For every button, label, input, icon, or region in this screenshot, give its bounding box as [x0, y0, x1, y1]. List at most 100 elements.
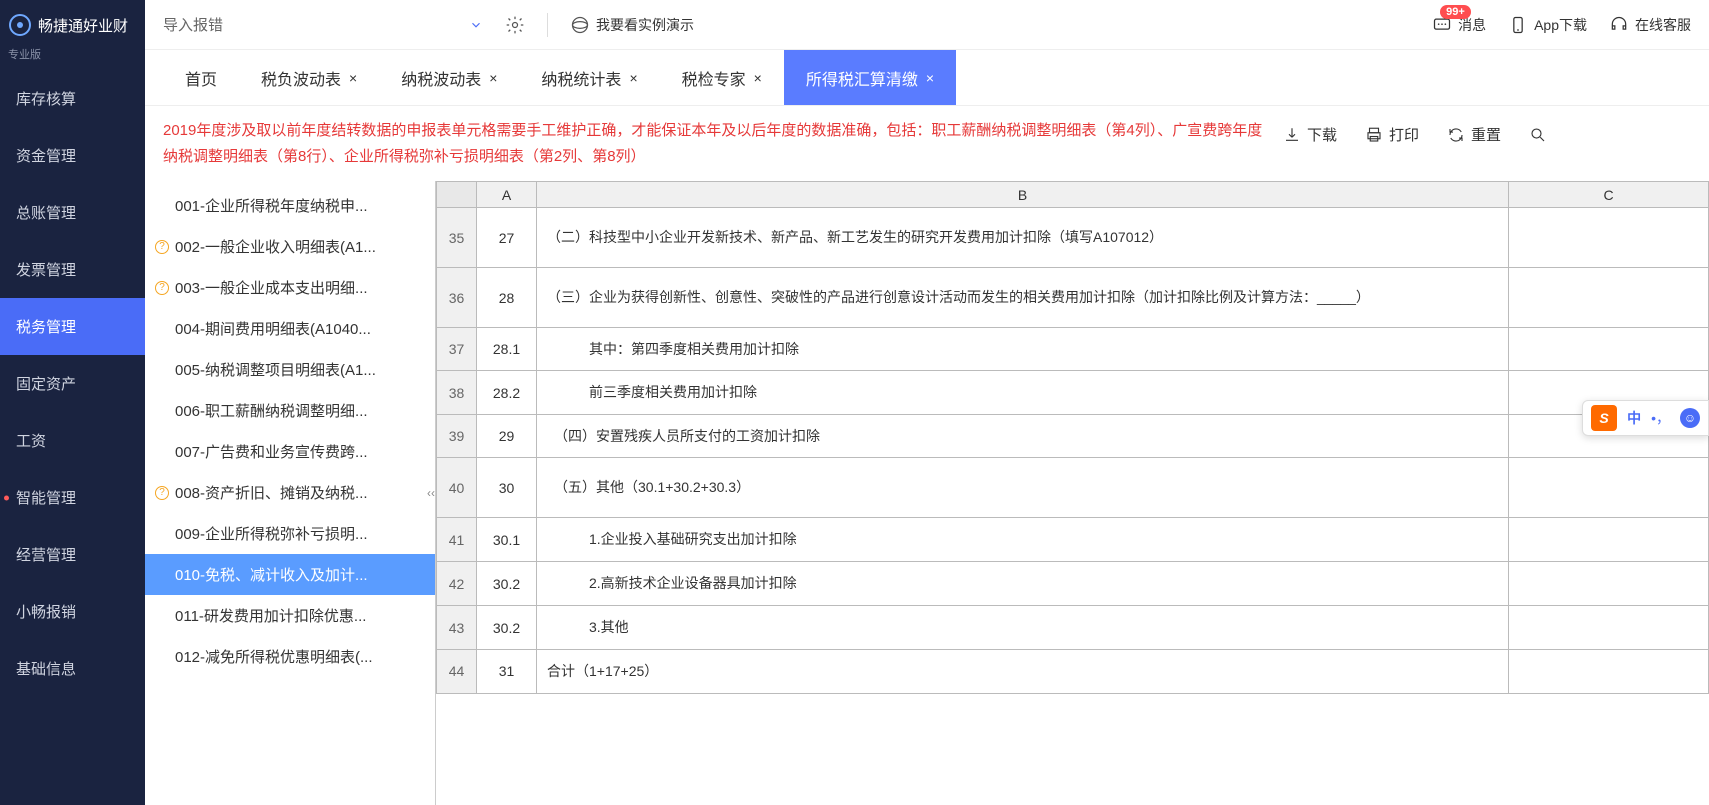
- nav-operation[interactable]: 经营管理: [0, 526, 145, 583]
- brand-logo: 畅捷通好业财: [0, 0, 145, 50]
- search-icon[interactable]: [1529, 126, 1547, 144]
- table-row: 3628（三）企业为获得创新性、创意性、突破性的产品进行创意设计活动而发生的相关…: [437, 268, 1709, 328]
- nav-fund[interactable]: 资金管理: [0, 127, 145, 184]
- support-button[interactable]: 在线客服: [1609, 15, 1691, 35]
- cell[interactable]: [1509, 208, 1709, 268]
- cell[interactable]: [1509, 606, 1709, 650]
- cell[interactable]: 30.2: [477, 562, 537, 606]
- tab-home[interactable]: 首页: [163, 50, 239, 105]
- download-button[interactable]: 下载: [1283, 124, 1337, 145]
- close-icon[interactable]: ×: [489, 70, 497, 86]
- print-button[interactable]: 打印: [1365, 124, 1419, 145]
- col-header-a[interactable]: A: [477, 182, 537, 208]
- nav-tax[interactable]: 税务管理: [0, 298, 145, 355]
- cell[interactable]: 30.1: [477, 518, 537, 562]
- row-header[interactable]: 37: [437, 328, 477, 371]
- search-box[interactable]: 导入报错: [163, 14, 483, 35]
- cell[interactable]: 28.1: [477, 328, 537, 371]
- cell[interactable]: 28: [477, 268, 537, 328]
- nav-salary[interactable]: 工资: [0, 412, 145, 469]
- ime-toolbar[interactable]: S 中 •， ☺: [1582, 400, 1709, 436]
- close-icon[interactable]: ×: [754, 70, 762, 86]
- list-item[interactable]: 005-纳税调整项目明细表(A1...: [145, 349, 435, 390]
- cell[interactable]: 3.其他: [537, 606, 1509, 650]
- tab-tax-stats[interactable]: 纳税统计表×: [519, 50, 659, 105]
- brand-name: 畅捷通好业财: [38, 15, 128, 36]
- cell[interactable]: 1.企业投入基础研究支出加计扣除: [537, 518, 1509, 562]
- tab-tax-expert[interactable]: 税检专家×: [660, 50, 784, 105]
- row-header[interactable]: 41: [437, 518, 477, 562]
- cell[interactable]: [1509, 328, 1709, 371]
- row-header[interactable]: 42: [437, 562, 477, 606]
- cell[interactable]: 2.高新技术企业设备器具加计扣除: [537, 562, 1509, 606]
- tab-income-tax[interactable]: 所得税汇算清缴×: [784, 50, 956, 105]
- gear-icon[interactable]: [505, 15, 525, 35]
- row-header[interactable]: 43: [437, 606, 477, 650]
- cell[interactable]: （二）科技型中小企业开发新技术、新产品、新工艺发生的研究开发费用加计扣除（填写A…: [537, 208, 1509, 268]
- ime-emoji-icon[interactable]: ☺: [1680, 408, 1700, 428]
- row-header[interactable]: 36: [437, 268, 477, 328]
- app-label: App下载: [1534, 15, 1587, 35]
- cell[interactable]: （四）安置残疾人员所支付的工资加计扣除: [537, 414, 1509, 457]
- list-item[interactable]: 010-免税、减计收入及加计...: [145, 554, 435, 595]
- cell[interactable]: 前三季度相关费用加计扣除: [537, 371, 1509, 414]
- list-item[interactable]: 011-研发费用加计扣除优惠...: [145, 595, 435, 636]
- collapse-handle[interactable]: ‹‹: [427, 486, 441, 500]
- cell[interactable]: 28.2: [477, 371, 537, 414]
- cell[interactable]: 合计（1+17+25）: [537, 650, 1509, 693]
- download-icon: [1283, 126, 1301, 144]
- list-item[interactable]: 009-企业所得税弥补亏损明...: [145, 513, 435, 554]
- list-item[interactable]: 001-企业所得税年度纳税申...: [145, 185, 435, 226]
- demo-link[interactable]: 我要看实例演示: [570, 15, 694, 35]
- tab-tax-pay[interactable]: 纳税波动表×: [379, 50, 519, 105]
- ime-lang[interactable]: 中: [1627, 408, 1641, 428]
- sheet-corner[interactable]: [437, 182, 477, 208]
- close-icon[interactable]: ×: [349, 70, 357, 86]
- nav-inventory[interactable]: 库存核算: [0, 70, 145, 127]
- refresh-button[interactable]: 重置: [1447, 124, 1501, 145]
- col-header-c[interactable]: C: [1509, 182, 1709, 208]
- cell[interactable]: 30.2: [477, 606, 537, 650]
- list-item[interactable]: ?003-一般企业成本支出明细...: [145, 267, 435, 308]
- cell[interactable]: [1509, 458, 1709, 518]
- col-header-b[interactable]: B: [537, 182, 1509, 208]
- message-button[interactable]: 99+ 消息: [1432, 15, 1486, 35]
- nav-basic[interactable]: 基础信息: [0, 640, 145, 697]
- cell[interactable]: （五）其他（30.1+30.2+30.3）: [537, 458, 1509, 518]
- list-item[interactable]: 004-期间费用明细表(A1040...: [145, 308, 435, 349]
- cell[interactable]: [1509, 518, 1709, 562]
- nav-reimburse[interactable]: 小畅报销: [0, 583, 145, 640]
- list-item[interactable]: 006-职工薪酬纳税调整明细...: [145, 390, 435, 431]
- cell[interactable]: [1509, 268, 1709, 328]
- nav-invoice[interactable]: 发票管理: [0, 241, 145, 298]
- list-item[interactable]: ?002-一般企业收入明细表(A1...: [145, 226, 435, 267]
- list-item[interactable]: 012-减免所得税优惠明细表(...: [145, 636, 435, 677]
- close-icon[interactable]: ×: [926, 70, 934, 86]
- row-header[interactable]: 35: [437, 208, 477, 268]
- app-download-button[interactable]: App下载: [1508, 15, 1587, 35]
- cell[interactable]: 31: [477, 650, 537, 693]
- cell[interactable]: （三）企业为获得创新性、创意性、突破性的产品进行创意设计活动而发生的相关费用加计…: [537, 268, 1509, 328]
- nav-fixed-asset[interactable]: 固定资产: [0, 355, 145, 412]
- cell[interactable]: 27: [477, 208, 537, 268]
- cell[interactable]: [1509, 562, 1709, 606]
- cell[interactable]: 30: [477, 458, 537, 518]
- spreadsheet[interactable]: A B C 3527（二）科技型中小企业开发新技术、新产品、新工艺发生的研究开发…: [435, 181, 1709, 805]
- table-row: 4030 （五）其他（30.1+30.2+30.3）: [437, 458, 1709, 518]
- nav-ledger[interactable]: 总账管理: [0, 184, 145, 241]
- row-header[interactable]: 38: [437, 371, 477, 414]
- row-header[interactable]: 40: [437, 458, 477, 518]
- ime-punct-icon[interactable]: •，: [1651, 408, 1670, 428]
- main-panel: 导入报错 我要看实例演示 99+ 消息: [145, 0, 1709, 805]
- nav-smart[interactable]: 智能管理: [0, 469, 145, 526]
- cell[interactable]: 其中：第四季度相关费用加计扣除: [537, 328, 1509, 371]
- cell[interactable]: 29: [477, 414, 537, 457]
- close-icon[interactable]: ×: [629, 70, 637, 86]
- tab-tax-burden[interactable]: 税负波动表×: [239, 50, 379, 105]
- cell[interactable]: [1509, 650, 1709, 693]
- row-header[interactable]: 44: [437, 650, 477, 693]
- list-item[interactable]: ?008-资产折旧、摊销及纳税...: [145, 472, 435, 513]
- demo-label: 我要看实例演示: [596, 15, 694, 35]
- row-header[interactable]: 39: [437, 414, 477, 457]
- list-item[interactable]: 007-广告费和业务宣传费跨...: [145, 431, 435, 472]
